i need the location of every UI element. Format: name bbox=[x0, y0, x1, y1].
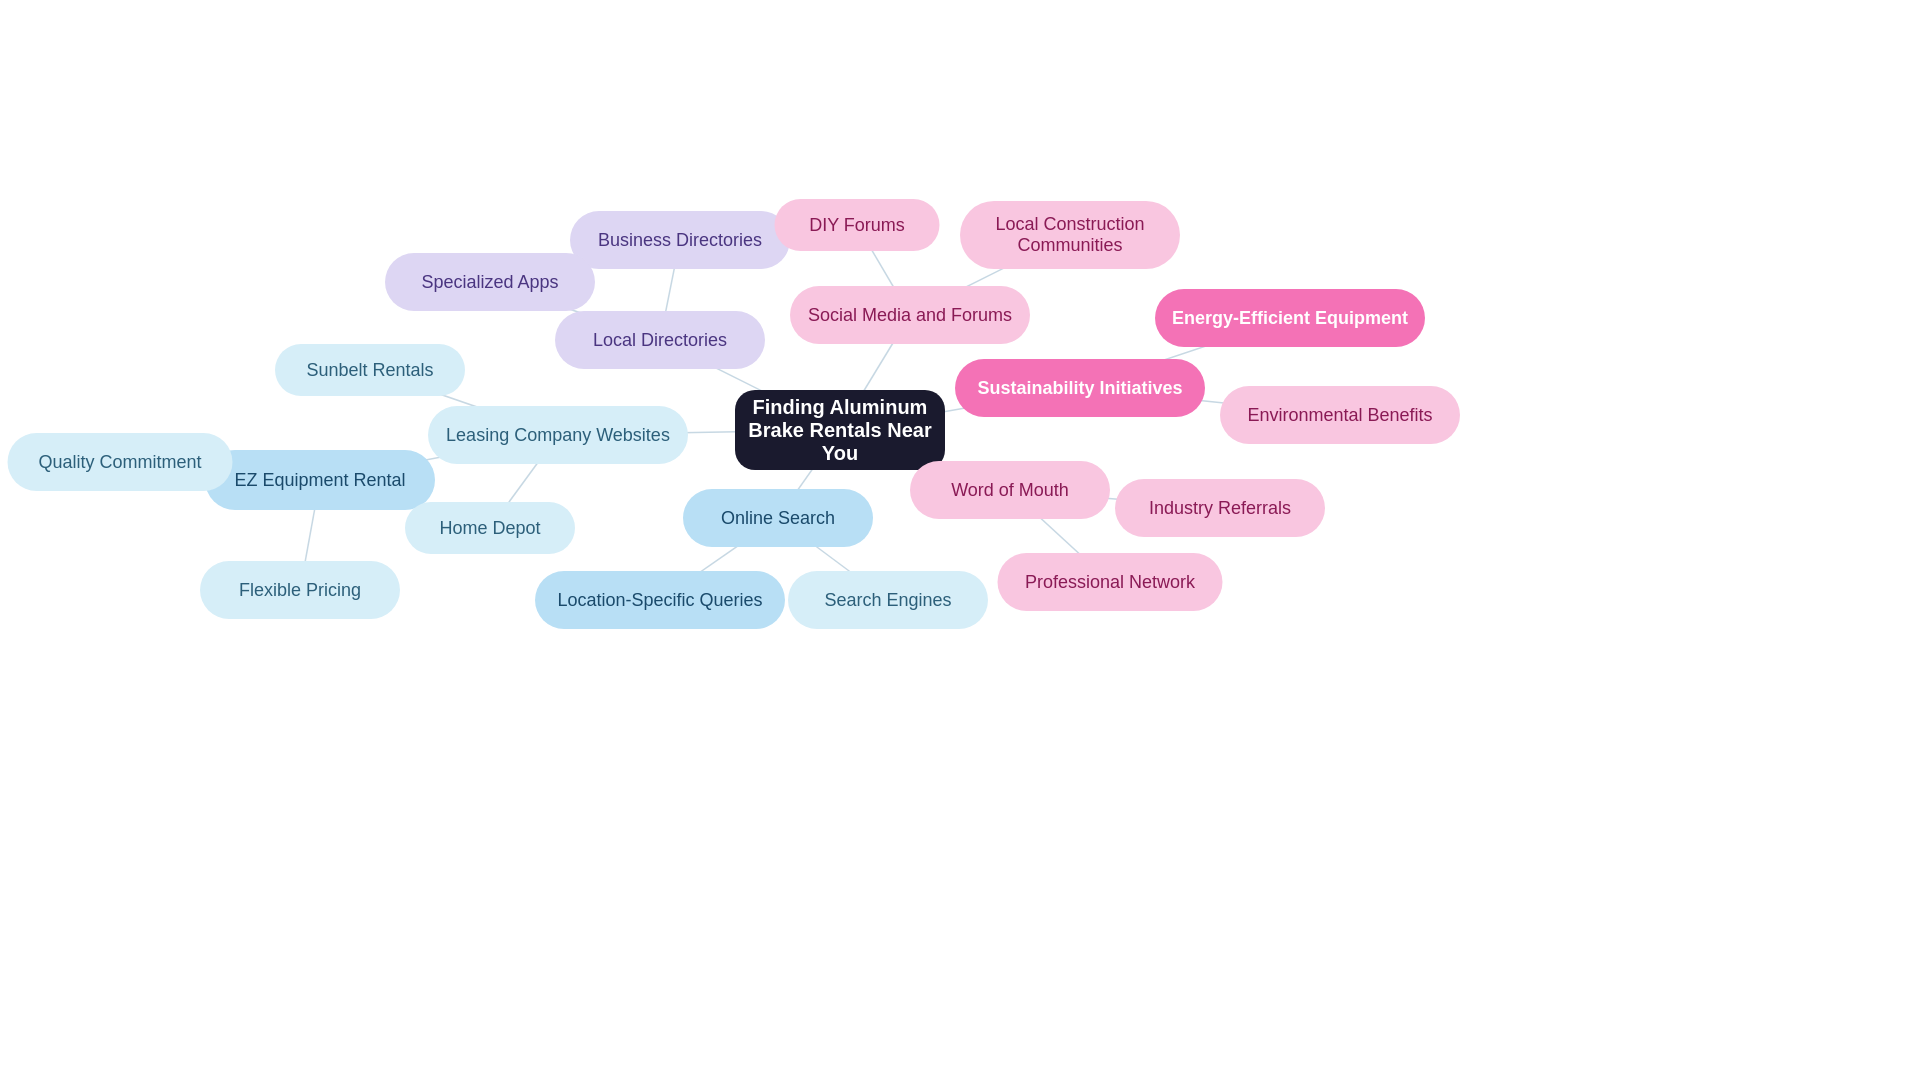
node-business-directories: Business Directories bbox=[570, 211, 790, 269]
node-word-of-mouth: Word of Mouth bbox=[910, 461, 1110, 519]
node-energy-efficient: Energy-Efficient Equipment bbox=[1155, 289, 1425, 347]
node-home-depot: Home Depot bbox=[405, 502, 575, 554]
node-location-queries: Location-Specific Queries bbox=[535, 571, 785, 629]
node-diy-forums: DIY Forums bbox=[775, 199, 940, 251]
node-leasing-company: Leasing Company Websites bbox=[428, 406, 688, 464]
mindmap-container: Finding Aluminum Brake Rentals Near You L… bbox=[0, 0, 1920, 1083]
node-local-construction: Local Construction Communities bbox=[960, 201, 1180, 269]
center-node: Finding Aluminum Brake Rentals Near You bbox=[735, 390, 945, 470]
node-industry-referrals: Industry Referrals bbox=[1115, 479, 1325, 537]
node-search-engines: Search Engines bbox=[788, 571, 988, 629]
node-sunbelt-rentals: Sunbelt Rentals bbox=[275, 344, 465, 396]
node-specialized-apps: Specialized Apps bbox=[385, 253, 595, 311]
node-quality-commitment: Quality Commitment bbox=[8, 433, 233, 491]
node-sustainability: Sustainability Initiatives bbox=[955, 359, 1205, 417]
node-local-directories: Local Directories bbox=[555, 311, 765, 369]
node-professional-network: Professional Network bbox=[998, 553, 1223, 611]
connections-svg bbox=[0, 0, 1920, 1083]
node-environmental: Environmental Benefits bbox=[1220, 386, 1460, 444]
node-flexible-pricing: Flexible Pricing bbox=[200, 561, 400, 619]
node-social-media: Social Media and Forums bbox=[790, 286, 1030, 344]
node-ez-equipment: EZ Equipment Rental bbox=[205, 450, 435, 510]
node-online-search: Online Search bbox=[683, 489, 873, 547]
